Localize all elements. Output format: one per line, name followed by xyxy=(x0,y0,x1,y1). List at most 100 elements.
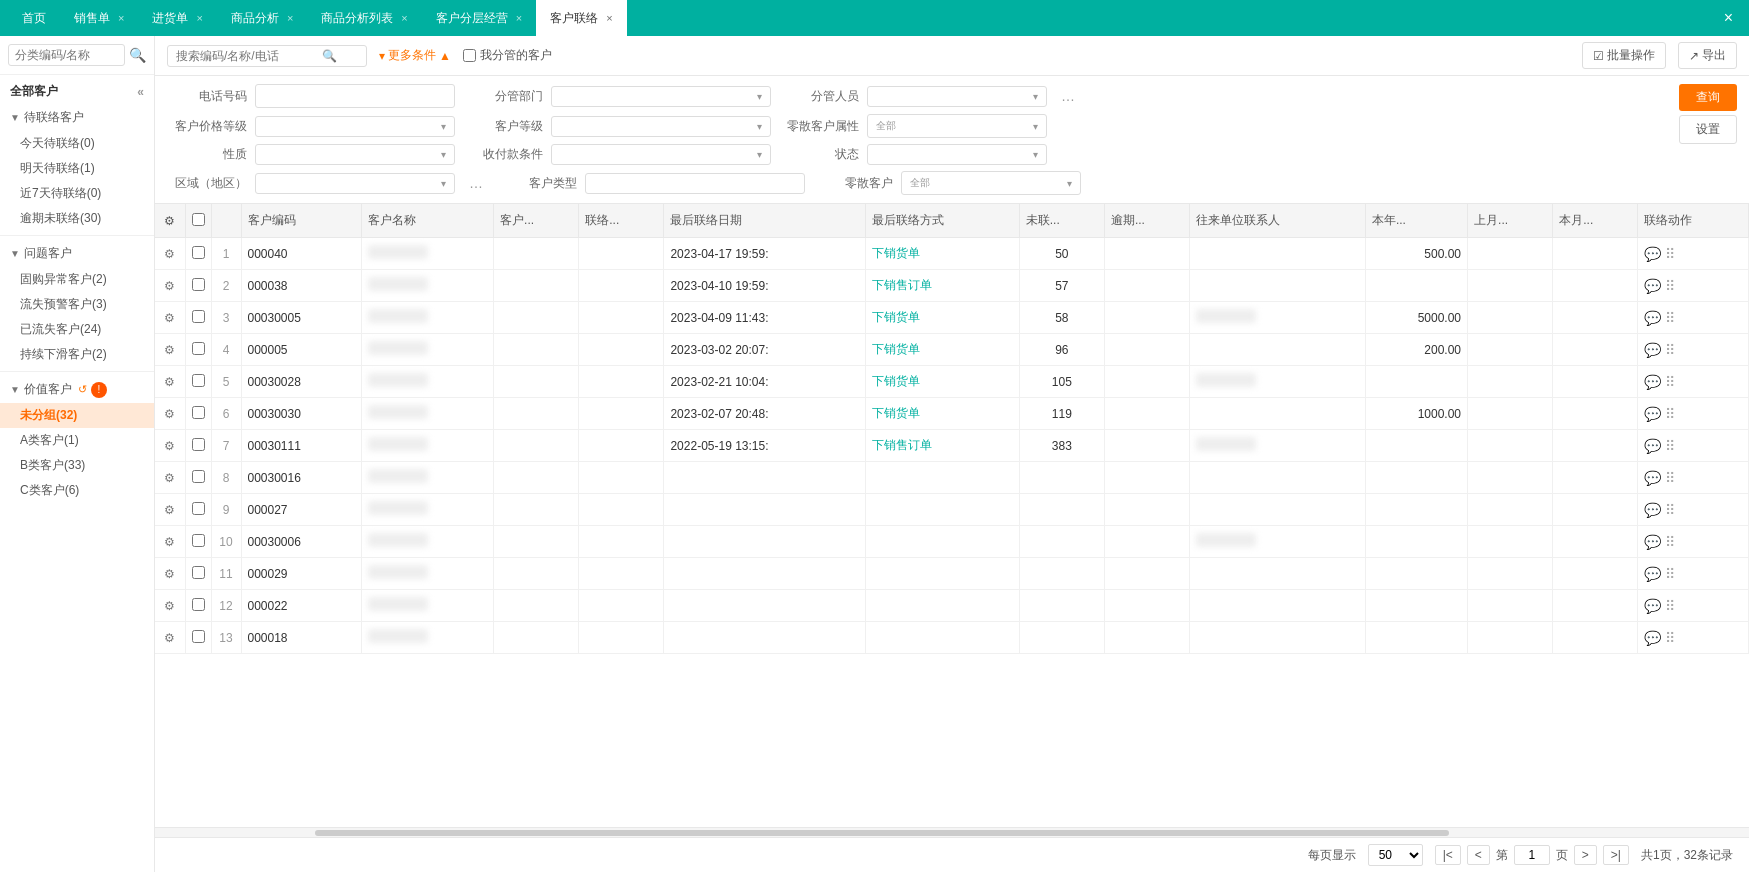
close-purchase-tab[interactable]: × xyxy=(196,12,202,24)
sidebar-item-tomorrow[interactable]: 明天待联络(1) xyxy=(0,156,154,181)
pending-group-header[interactable]: ▼ 待联络客户 xyxy=(0,104,154,131)
row-gear[interactable]: ⚙ xyxy=(155,398,185,430)
contact-action-icon[interactable]: 💬 xyxy=(1644,406,1661,422)
status-select[interactable]: ▾ xyxy=(867,144,1047,165)
row-gear[interactable]: ⚙ xyxy=(155,334,185,366)
last-method-col-header[interactable]: 最后联络方式 xyxy=(865,204,1019,238)
row-gear[interactable]: ⚙ xyxy=(155,462,185,494)
contact-action-icon[interactable]: 💬 xyxy=(1644,374,1661,390)
contact-action-icon[interactable]: 💬 xyxy=(1644,246,1661,262)
sidebar-item-declining[interactable]: 持续下滑客户(2) xyxy=(0,342,154,367)
more-action-icon[interactable]: ⠿ xyxy=(1665,630,1675,646)
export-button[interactable]: ↗ 导出 xyxy=(1678,42,1737,69)
more-action-icon[interactable]: ⠿ xyxy=(1665,246,1675,262)
partner-contact-col-header[interactable]: 往来单位联系人 xyxy=(1190,204,1366,238)
gear-col-header[interactable]: ⚙ xyxy=(155,204,185,238)
value-group-header[interactable]: ▼ 价值客户 ↺ ! xyxy=(0,376,154,403)
row-gear[interactable]: ⚙ xyxy=(155,494,185,526)
row-checkbox[interactable] xyxy=(185,558,211,590)
more-action-icon[interactable]: ⠿ xyxy=(1665,374,1675,390)
tab-purchase[interactable]: 进货单 × xyxy=(138,0,216,36)
filter-search-icon[interactable]: 🔍 xyxy=(322,49,337,63)
dept-select[interactable]: ▾ xyxy=(551,86,771,107)
close-goods-analysis-list-tab[interactable]: × xyxy=(401,12,407,24)
close-customer-contact-tab[interactable]: × xyxy=(606,12,612,24)
contact-action-icon[interactable]: 💬 xyxy=(1644,278,1661,294)
tab-home[interactable]: 首页 xyxy=(8,0,60,36)
select-all-checkbox[interactable] xyxy=(192,213,205,226)
row-gear[interactable]: ⚙ xyxy=(155,366,185,398)
contact-action-icon[interactable]: 💬 xyxy=(1644,438,1661,454)
contact-action-icon[interactable]: 💬 xyxy=(1644,310,1661,326)
tab-customer-segment[interactable]: 客户分层经营 × xyxy=(422,0,536,36)
filter-search-input[interactable] xyxy=(176,49,316,63)
sidebar-item-overdue[interactable]: 逾期未联络(30) xyxy=(0,206,154,231)
row-gear[interactable]: ⚙ xyxy=(155,238,185,270)
sidebar-item-purchase-abnormal[interactable]: 固购异常客户(2) xyxy=(0,267,154,292)
code-col-header[interactable]: 客户编码 xyxy=(241,204,361,238)
prev-page-btn[interactable]: < xyxy=(1467,845,1490,865)
tab-goods-analysis[interactable]: 商品分析 × xyxy=(217,0,307,36)
row-checkbox[interactable] xyxy=(185,270,211,302)
customer-grade-select[interactable]: ▾ xyxy=(551,116,771,137)
page-input[interactable] xyxy=(1514,845,1550,865)
more-action-icon[interactable]: ⠿ xyxy=(1665,406,1675,422)
sidebar-item-today[interactable]: 今天待联络(0) xyxy=(0,131,154,156)
sidebar-item-unclassified[interactable]: 未分组(32) xyxy=(0,403,154,428)
sidebar-search-input[interactable] xyxy=(8,44,125,66)
per-page-select[interactable]: 50 100 200 xyxy=(1368,844,1423,866)
contact-col-header[interactable]: 联络... xyxy=(579,204,664,238)
row-checkbox[interactable] xyxy=(185,590,211,622)
row-checkbox[interactable] xyxy=(185,494,211,526)
batch-op-button[interactable]: ☑ 批量操作 xyxy=(1582,42,1666,69)
close-all-button[interactable]: × xyxy=(1716,9,1741,27)
next-page-btn[interactable]: > xyxy=(1574,845,1597,865)
row-checkbox[interactable] xyxy=(185,238,211,270)
contact-action-icon[interactable]: 💬 xyxy=(1644,566,1661,582)
row-checkbox[interactable] xyxy=(185,430,211,462)
more-action-icon[interactable]: ⠿ xyxy=(1665,534,1675,550)
more-conditions-btn[interactable]: ▾ 更多条件 ▲ xyxy=(379,47,451,64)
retail-attr-select[interactable]: 全部▾ xyxy=(867,114,1047,138)
customer-type-select[interactable] xyxy=(585,173,805,194)
contact-action-icon[interactable]: 💬 xyxy=(1644,342,1661,358)
problem-group-header[interactable]: ▼ 问题客户 xyxy=(0,240,154,267)
price-grade-select[interactable]: ▾ xyxy=(255,116,455,137)
contact-action-icon[interactable]: 💬 xyxy=(1644,598,1661,614)
row-checkbox[interactable] xyxy=(185,302,211,334)
row-checkbox[interactable] xyxy=(185,526,211,558)
query-button[interactable]: 查询 xyxy=(1679,84,1737,111)
more-action-icon[interactable]: ⠿ xyxy=(1665,566,1675,582)
horizontal-scrollbar[interactable] xyxy=(155,827,1749,837)
more-action-icon[interactable]: ⠿ xyxy=(1665,342,1675,358)
sidebar-item-group-a[interactable]: A类客户(1) xyxy=(0,428,154,453)
more-action-icon[interactable]: ⠿ xyxy=(1665,310,1675,326)
row-checkbox[interactable] xyxy=(185,622,211,654)
tab-customer-contact[interactable]: 客户联络 × xyxy=(536,0,626,36)
close-sales-tab[interactable]: × xyxy=(118,12,124,24)
sidebar-item-lost[interactable]: 已流失客户(24) xyxy=(0,317,154,342)
row-checkbox[interactable] xyxy=(185,462,211,494)
my-customers-check[interactable] xyxy=(463,49,476,62)
manager-select[interactable]: ▾ xyxy=(867,86,1047,107)
contact-action-icon[interactable]: 💬 xyxy=(1644,502,1661,518)
row-checkbox[interactable] xyxy=(185,398,211,430)
tab-goods-analysis-list[interactable]: 商品分析列表 × xyxy=(307,0,421,36)
tab-sales[interactable]: 销售单 × xyxy=(60,0,138,36)
sidebar-item-group-b[interactable]: B类客户(33) xyxy=(0,453,154,478)
row-gear[interactable]: ⚙ xyxy=(155,302,185,334)
this-year-col-header[interactable]: 本年... xyxy=(1365,204,1467,238)
row-checkbox[interactable] xyxy=(185,366,211,398)
row-gear[interactable]: ⚙ xyxy=(155,430,185,462)
scrollbar-thumb[interactable] xyxy=(315,830,1449,836)
row-gear[interactable]: ⚙ xyxy=(155,622,185,654)
type-col-header[interactable]: 客户... xyxy=(494,204,579,238)
this-month-col-header[interactable]: 本月... xyxy=(1553,204,1638,238)
last-date-col-header[interactable]: 最后联络日期 xyxy=(664,204,865,238)
nature-select[interactable]: ▾ xyxy=(255,144,455,165)
row-gear[interactable]: ⚙ xyxy=(155,558,185,590)
my-customers-checkbox[interactable]: 我分管的客户 xyxy=(463,47,552,64)
checkbox-col-header[interactable] xyxy=(185,204,211,238)
payment-select[interactable]: ▾ xyxy=(551,144,771,165)
sidebar-search-icon[interactable]: 🔍 xyxy=(129,47,146,63)
